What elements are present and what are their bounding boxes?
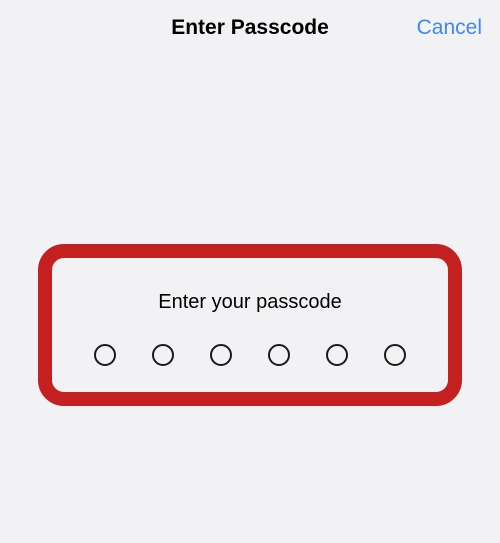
passcode-input[interactable]: [94, 344, 406, 366]
header-bar: Enter Passcode Cancel: [0, 0, 500, 56]
passcode-dot: [268, 344, 290, 366]
passcode-dot: [152, 344, 174, 366]
passcode-dot: [210, 344, 232, 366]
passcode-dot: [94, 344, 116, 366]
passcode-dot: [326, 344, 348, 366]
cancel-button[interactable]: Cancel: [417, 16, 482, 40]
page-title: Enter Passcode: [171, 16, 329, 40]
passcode-prompt: Enter your passcode: [158, 291, 341, 314]
passcode-highlight-box: Enter your passcode: [38, 244, 462, 406]
passcode-dot: [384, 344, 406, 366]
